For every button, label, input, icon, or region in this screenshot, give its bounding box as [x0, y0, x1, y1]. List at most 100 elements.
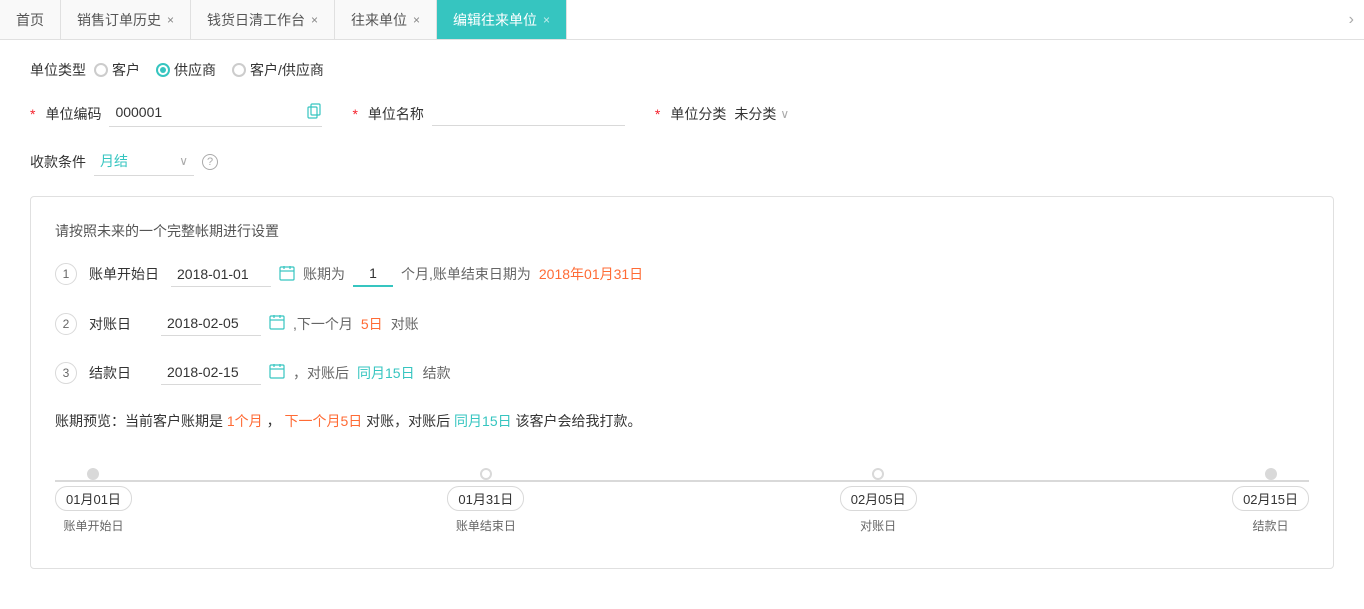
step-label-1: 账单开始日 — [89, 264, 159, 284]
radio-customer-label: 客户 — [112, 60, 140, 80]
tab-cash-work[interactable]: 钱货日清工作台 × — [191, 0, 335, 39]
tab-bar: 首页 销售订单历史 × 钱货日清工作台 × 往来单位 × 编辑往来单位 × › — [0, 0, 1364, 40]
preview-sep2: 对账，对账后 — [366, 413, 450, 429]
step-date-1[interactable] — [171, 262, 271, 287]
unit-code-label: 单位编码 — [45, 104, 101, 124]
step-row-2: 2 对账日 ,下一个月 5日 对账 — [55, 311, 1309, 336]
unit-category-select[interactable]: 未分类 ∨ — [734, 104, 789, 124]
tab-edit-partner-close[interactable]: × — [543, 13, 550, 27]
timeline-dot-1 — [480, 468, 492, 480]
preview-part1: 1个月 — [227, 413, 263, 429]
timeline-badge-3: 02月15日 — [1232, 486, 1309, 511]
unit-type-field: 单位类型 客户 供应商 客户/供应商 — [30, 60, 324, 80]
period-end-date: 2018年01月31日 — [539, 264, 643, 284]
step-content-2: ,下一个月 5日 对账 — [161, 311, 419, 336]
tab-sales-history-label: 销售订单历史 — [77, 10, 161, 30]
timeline-item-3: 02月15日 结款日 — [1232, 468, 1309, 534]
timeline-dot-2 — [872, 468, 884, 480]
unit-name-label: 单位名称 — [368, 104, 424, 124]
unit-type-row: 单位类型 客户 供应商 客户/供应商 — [30, 60, 1334, 80]
timeline-items: 01月01日 账单开始日 01月31日 账单结束日 02月05日 对账日 02月… — [55, 468, 1309, 534]
unit-info-row: * 单位编码 * 单位名称 河南供应商22 * 单位分类 未分类 — [30, 100, 1334, 127]
payment-help-icon[interactable]: ? — [202, 154, 218, 170]
calendar-icon-1[interactable] — [279, 265, 295, 284]
timeline-item-1: 01月31日 账单结束日 — [447, 468, 524, 534]
preview-suffix: 该客户会给我打款。 — [516, 413, 642, 429]
card-title: 请按照未来的一个完整帐期进行设置 — [55, 221, 1309, 241]
radio-supplier[interactable]: 供应商 — [156, 60, 216, 80]
unit-category-value: 未分类 — [734, 104, 776, 124]
unit-code-input[interactable] — [109, 100, 302, 124]
unit-category-arrow: ∨ — [780, 107, 789, 121]
unit-code-input-container — [109, 100, 322, 127]
preview-sep1: ， — [267, 413, 281, 429]
tab-home-label: 首页 — [16, 10, 44, 30]
main-content: 单位类型 客户 供应商 客户/供应商 * 单位编码 — [0, 40, 1364, 609]
period-for-label: 账期为 — [303, 264, 345, 284]
tab-cash-work-close[interactable]: × — [311, 13, 318, 27]
period-unit-label: 个月,账单结束日期为 — [401, 264, 531, 284]
timeline-badge-2: 02月05日 — [840, 486, 917, 511]
calendar-icon-2[interactable] — [269, 314, 285, 333]
step-label-3: 结款日 — [89, 363, 149, 383]
radio-customer[interactable]: 客户 — [94, 60, 140, 80]
step-date-3[interactable] — [161, 360, 261, 385]
tab-expand-button[interactable]: › — [1339, 0, 1364, 39]
step-date-2[interactable] — [161, 311, 261, 336]
payment-condition-arrow: ∨ — [179, 154, 188, 168]
unit-name-input[interactable]: 河南供应商22 — [432, 101, 625, 126]
step3-suffix: 结款 — [423, 363, 451, 383]
unit-name-star: * — [352, 106, 357, 122]
timeline-sublabel-0: 账单开始日 — [63, 517, 123, 534]
unit-category-label: 单位分类 — [670, 104, 726, 124]
unit-name-field: * 单位名称 河南供应商22 — [352, 101, 624, 126]
payment-condition-value: 月结 — [100, 151, 171, 171]
tab-edit-partner[interactable]: 编辑往来单位 × — [437, 0, 567, 39]
tab-partner-close[interactable]: × — [413, 13, 420, 27]
step-row-1: 1 账单开始日 账期为 个月,账单结束日期为 2018年01月31日 — [55, 261, 1309, 287]
timeline-sublabel-3: 结款日 — [1253, 517, 1289, 534]
radio-both[interactable]: 客户/供应商 — [232, 60, 324, 80]
timeline-item-0: 01月01日 账单开始日 — [55, 468, 132, 534]
step-content-3: ，对账后 同月15日 结款 — [161, 360, 451, 385]
unit-type-label: 单位类型 — [30, 60, 86, 80]
preview-part3: 同月15日 — [454, 413, 512, 429]
period-card: 请按照未来的一个完整帐期进行设置 1 账单开始日 账期为 个月,账单结束日期为 — [30, 196, 1334, 569]
unit-type-radio-group: 客户 供应商 客户/供应商 — [94, 60, 324, 80]
step-number-1: 1 — [55, 263, 77, 285]
step3-highlight: 同月15日 — [357, 363, 415, 383]
payment-condition-select[interactable]: 月结 ∨ — [94, 147, 194, 176]
payment-condition-label: 收款条件 — [30, 152, 86, 172]
timeline-sublabel-1: 账单结束日 — [456, 517, 516, 534]
radio-both-circle — [232, 63, 246, 77]
timeline: 01月01日 账单开始日 01月31日 账单结束日 02月05日 对账日 02月… — [55, 458, 1309, 544]
calendar-icon-3[interactable] — [269, 363, 285, 382]
tab-partner[interactable]: 往来单位 × — [335, 0, 437, 39]
step-label-2: 对账日 — [89, 314, 149, 334]
radio-supplier-label: 供应商 — [174, 60, 216, 80]
timeline-dot-0 — [87, 468, 99, 480]
step-content-1: 账期为 个月,账单结束日期为 2018年01月31日 — [171, 261, 643, 287]
unit-category-star: * — [655, 106, 660, 122]
tab-sales-history[interactable]: 销售订单历史 × — [61, 0, 191, 39]
radio-supplier-circle — [156, 63, 170, 77]
step2-highlight: 5日 — [361, 314, 383, 334]
preview-part2: 下一个月5日 — [284, 413, 362, 429]
step2-prefix: ,下一个月 — [293, 314, 353, 334]
payment-condition-field: 收款条件 月结 ∨ ? — [30, 147, 218, 176]
unit-code-field: * 单位编码 — [30, 100, 322, 127]
step3-prefix: ，对账后 — [293, 363, 349, 383]
tab-home[interactable]: 首页 — [0, 0, 61, 39]
unit-code-star: * — [30, 106, 35, 122]
radio-customer-circle — [94, 63, 108, 77]
step-number-3: 3 — [55, 362, 77, 384]
tab-cash-work-label: 钱货日清工作台 — [207, 10, 305, 30]
timeline-badge-0: 01月01日 — [55, 486, 132, 511]
unit-code-copy-icon[interactable] — [306, 103, 322, 122]
period-value-input[interactable] — [353, 261, 393, 287]
tab-edit-partner-label: 编辑往来单位 — [453, 10, 537, 30]
step2-suffix: 对账 — [391, 314, 419, 334]
step-row-3: 3 结款日 ，对账后 同月15日 结款 — [55, 360, 1309, 385]
timeline-dot-3 — [1265, 468, 1277, 480]
tab-sales-history-close[interactable]: × — [167, 13, 174, 27]
